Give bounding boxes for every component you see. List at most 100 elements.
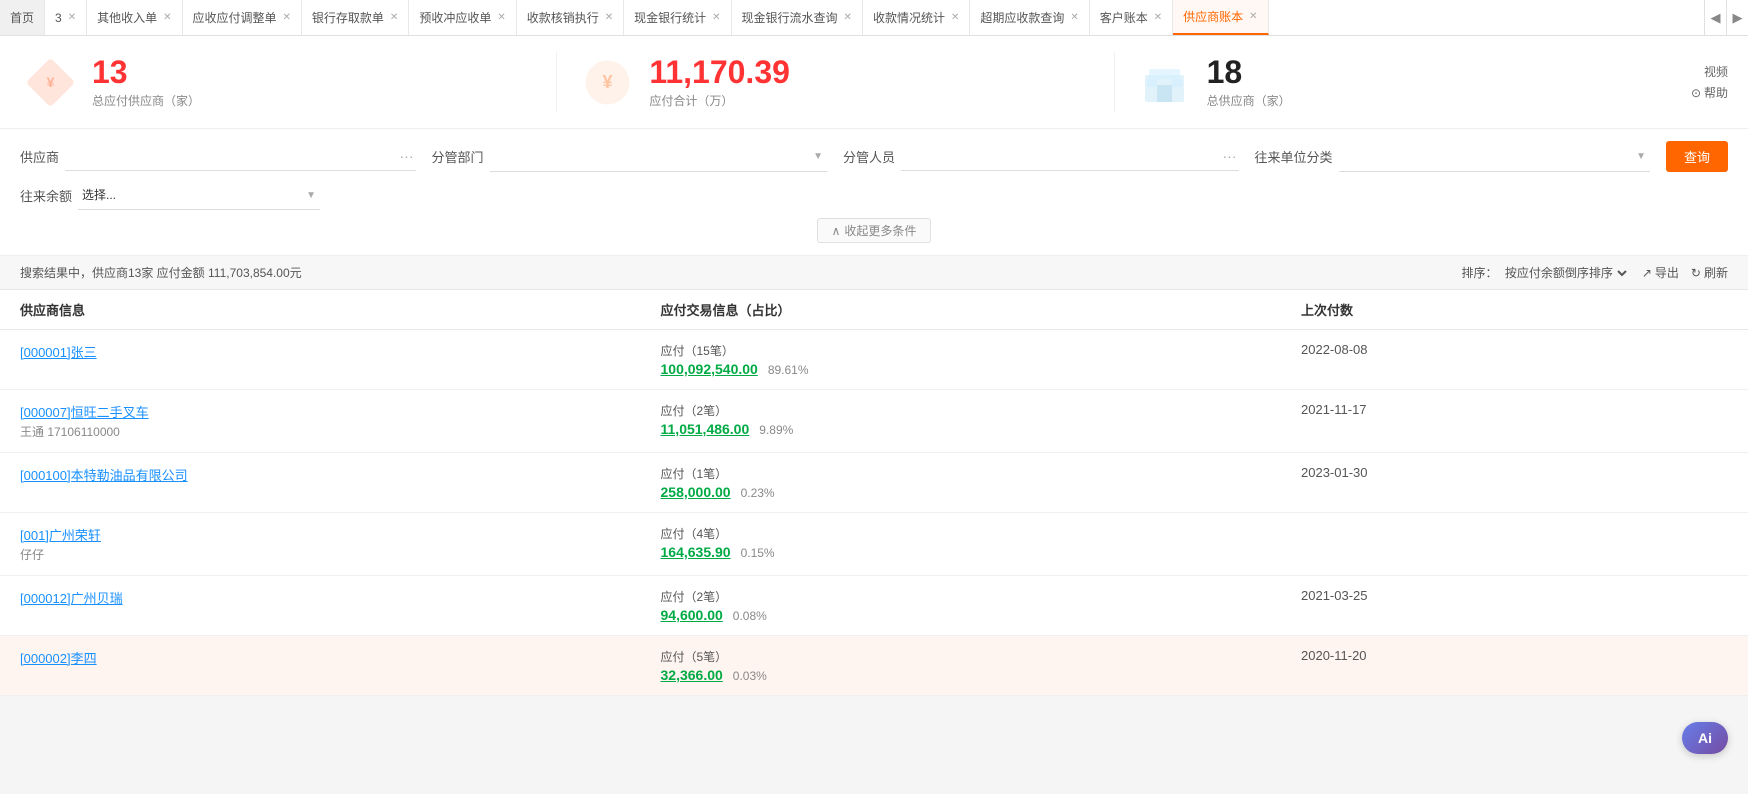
supplier-link-4[interactable]: [001]广州荣轩	[20, 525, 661, 544]
transaction-info-3: 应付（1笔） 258,000.00 0.23%	[661, 465, 1302, 500]
collapse-button-label: 收起更多条件	[844, 222, 916, 239]
dept-select[interactable]	[490, 142, 827, 172]
person-dots-icon[interactable]: ···	[1221, 148, 1239, 164]
nav-tab-bank-deposit-label: 银行存取款单	[312, 9, 384, 26]
nav-tab-cash-bank-stat[interactable]: 现金银行统计 ✕	[624, 0, 731, 35]
nav-tab-cash-bank-flow-label: 现金银行流水查询	[742, 9, 838, 26]
results-summary-text: 搜索结果中，供应商13家 应付金额 111,703,854.00元	[20, 264, 302, 281]
close-icon[interactable]: ✕	[712, 12, 720, 23]
supplier-info-2: [000007]恒旺二手叉车 王通 17106110000	[20, 402, 661, 440]
total-amount-number: 11,170.39	[649, 56, 790, 88]
nav-tab-advance-collect[interactable]: 预收冲应收单 ✕	[409, 0, 516, 35]
nav-tab-customer-ledger[interactable]: 客户账本 ✕	[1090, 0, 1173, 35]
last-pay-1: 2022-08-08	[1301, 342, 1728, 357]
filter-balance: 往来余额 选择... ▼	[20, 180, 320, 210]
total-all-suppliers-number: 18	[1207, 56, 1291, 88]
ap-amount-3[interactable]: 258,000.00	[661, 484, 731, 500]
total-suppliers-label: 总应付供应商（家）	[92, 92, 200, 109]
category-select[interactable]	[1339, 142, 1650, 172]
nav-tab-bank-deposit[interactable]: 银行存取款单 ✕	[302, 0, 409, 35]
dept-select-wrapper: ▼	[490, 142, 827, 172]
close-icon[interactable]: ✕	[951, 12, 959, 23]
person-input-wrapper: ···	[901, 142, 1238, 171]
ap-pct-5: 0.08%	[733, 609, 767, 623]
svg-text:¥: ¥	[46, 74, 54, 90]
supplier-link-5[interactable]: [000012]广州贝瑞	[20, 588, 661, 607]
nav-tab-home[interactable]: 首页	[0, 0, 45, 35]
refresh-button-label: 刷新	[1704, 264, 1728, 281]
nav-tab-overdue-ar-label: 超期应收款查询	[980, 9, 1064, 26]
total-all-suppliers-label: 总供应商（家）	[1207, 92, 1291, 109]
balance-select[interactable]: 选择...	[78, 180, 320, 210]
close-icon[interactable]: ✕	[1249, 11, 1257, 22]
help-icon: ⊙	[1691, 86, 1701, 100]
transaction-info-2: 应付（2笔） 11,051,486.00 9.89%	[661, 402, 1302, 437]
supplier-info-1: [000001]张三	[20, 342, 661, 361]
collapse-button[interactable]: ∧ 收起更多条件	[817, 218, 932, 243]
nav-tab-3[interactable]: 3 ✕	[45, 0, 87, 35]
close-icon[interactable]: ✕	[1154, 12, 1162, 23]
filter-person: 分管人员 ···	[843, 142, 1239, 171]
person-input[interactable]	[901, 142, 1220, 170]
close-icon[interactable]: ✕	[68, 12, 76, 23]
nav-tab-receipt-verify[interactable]: 收款核销执行 ✕	[517, 0, 624, 35]
supplier-link-1[interactable]: [000001]张三	[20, 342, 661, 361]
supplier-dots-icon[interactable]: ···	[398, 148, 416, 164]
filter-category: 往来单位分类 ▼	[1255, 142, 1651, 172]
nav-tab-ar-ap-adjust[interactable]: 应收应付调整单 ✕	[183, 0, 302, 35]
sort-select[interactable]: 按应付余额倒序排序	[1501, 265, 1630, 281]
close-icon[interactable]: ✕	[844, 12, 852, 23]
svg-text:¥: ¥	[602, 72, 612, 92]
export-button[interactable]: ↗ 导出	[1642, 264, 1679, 281]
close-icon[interactable]: ✕	[163, 12, 171, 23]
filter-supplier: 供应商 ···	[20, 142, 416, 171]
transaction-info-6: 应付（5笔） 32,366.00 0.03%	[661, 648, 1302, 683]
nav-right-arrow[interactable]: ▶	[1726, 0, 1748, 36]
ap-amount-6[interactable]: 32,366.00	[661, 667, 723, 683]
ap-label-2: 应付（2笔）	[661, 402, 1302, 419]
ap-amount-1[interactable]: 100,092,540.00	[661, 361, 758, 377]
video-link[interactable]: 视频	[1704, 63, 1728, 80]
ap-pct-3: 0.23%	[741, 486, 775, 500]
supplier-link-3[interactable]: [000100]本特勒油品有限公司	[20, 465, 661, 484]
nav-tab-advance-collect-label: 预收冲应收单	[419, 9, 491, 26]
close-icon[interactable]: ✕	[390, 12, 398, 23]
summary-info-total: 18 总供应商（家）	[1207, 56, 1291, 109]
close-icon[interactable]: ✕	[605, 12, 613, 23]
nav-tab-cash-bank-stat-label: 现金银行统计	[634, 9, 706, 26]
nav-tab-overdue-ar[interactable]: 超期应收款查询 ✕	[970, 0, 1089, 35]
ap-amount-2[interactable]: 11,051,486.00	[661, 421, 750, 437]
ap-amount-5[interactable]: 94,600.00	[661, 607, 723, 623]
action-buttons: ↗ 导出 ↻ 刷新	[1642, 264, 1728, 281]
nav-tab-other-income[interactable]: 其他收入单 ✕	[87, 0, 182, 35]
nav-left-arrow[interactable]: ◀	[1704, 0, 1726, 36]
close-icon[interactable]: ✕	[1070, 12, 1078, 23]
last-pay-6: 2020-11-20	[1301, 648, 1728, 663]
supplier-input-wrapper: ···	[65, 142, 415, 171]
close-icon[interactable]: ✕	[283, 12, 291, 23]
search-button[interactable]: 查询	[1666, 141, 1728, 172]
ai-button[interactable]: Ai	[1682, 722, 1728, 754]
nav-tab-receipt-stat[interactable]: 收款情况统计 ✕	[863, 0, 970, 35]
ap-pct-1: 89.61%	[768, 363, 809, 377]
ap-amount-4[interactable]: 164,635.90	[661, 544, 731, 560]
nav-tab-supplier-ledger[interactable]: 供应商账本 ✕	[1173, 0, 1268, 35]
refresh-button[interactable]: ↻ 刷新	[1691, 264, 1728, 281]
supplier-link-2[interactable]: [000007]恒旺二手叉车	[20, 402, 661, 421]
table-row: [000100]本特勒油品有限公司 应付（1笔） 258,000.00 0.23…	[0, 453, 1748, 513]
filter-dept: 分管部门 ▼	[432, 142, 828, 172]
table-section: 供应商信息 应付交易信息（占比） 上次付数 [000001]张三 应付（15笔）…	[0, 290, 1748, 696]
supplier-input[interactable]	[65, 142, 397, 170]
nav-tab-customer-ledger-label: 客户账本	[1100, 9, 1148, 26]
ap-pct-2: 9.89%	[759, 423, 793, 437]
col-header-transaction: 应付交易信息（占比）	[661, 300, 1302, 319]
close-icon[interactable]: ✕	[497, 12, 505, 23]
sort-label: 排序： 按应付余额倒序排序	[1461, 264, 1629, 281]
supplier-link-6[interactable]: [000002]李四	[20, 648, 661, 667]
balance-select-wrapper: 选择... ▼	[78, 180, 320, 210]
help-link[interactable]: ⊙ 帮助	[1691, 84, 1728, 101]
summary-info-suppliers: 13 总应付供应商（家）	[92, 56, 200, 109]
ap-pct-4: 0.15%	[741, 546, 775, 560]
top-navigation: 首页 3 ✕ 其他收入单 ✕ 应收应付调整单 ✕ 银行存取款单 ✕ 预收冲应收单…	[0, 0, 1748, 36]
nav-tab-cash-bank-flow[interactable]: 现金银行流水查询 ✕	[732, 0, 863, 35]
